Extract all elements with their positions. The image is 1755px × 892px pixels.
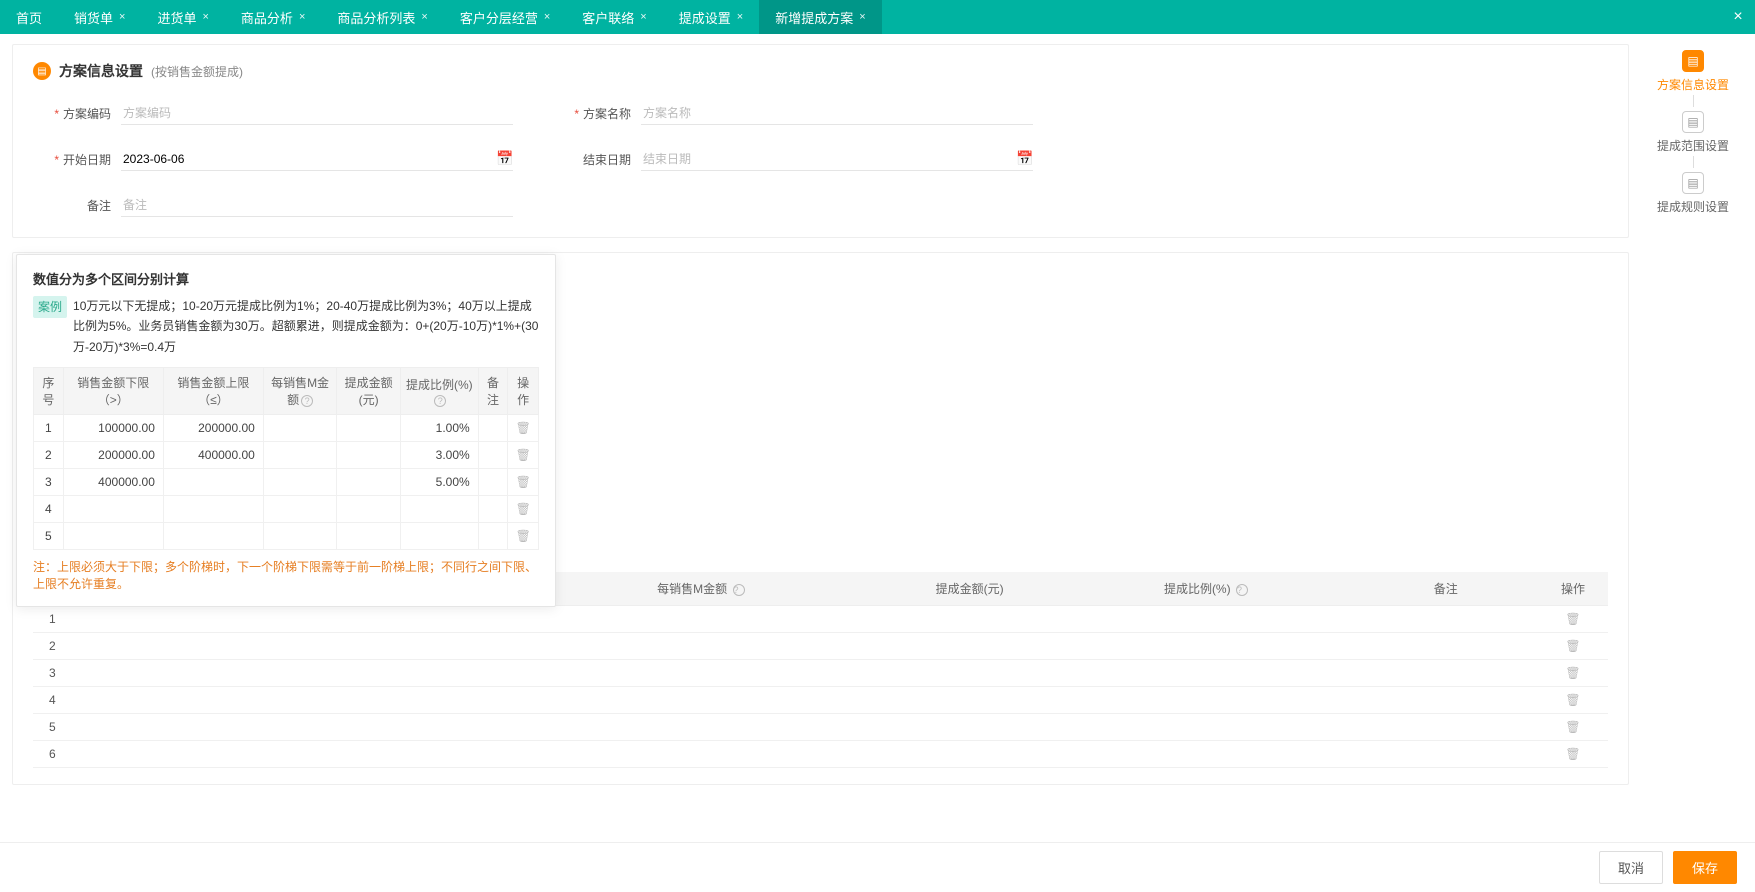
table-row[interactable]: 3🗑 <box>33 660 1608 687</box>
table-row: 4🗑 <box>34 496 539 523</box>
plan-info-card: ▤ 方案信息设置 (按销售金额提成) *方案编码 *方案名称 *开始日期 <box>12 44 1629 238</box>
step-icon: ▤ <box>1682 111 1704 133</box>
close-icon[interactable]: × <box>737 11 743 23</box>
tab-product-analysis-list[interactable]: 商品分析列表× <box>321 0 443 34</box>
tab-home[interactable]: 首页 <box>0 0 58 34</box>
remark-input[interactable] <box>121 194 513 217</box>
start-date-input[interactable] <box>121 148 497 170</box>
tab-purchase-order[interactable]: 进货单× <box>141 0 224 34</box>
example-note: 注：上限必须大于下限；多个阶梯时，下一个阶梯下限需等于前一阶梯上限；不同行之间下… <box>33 558 539 592</box>
example-badge: 案例 <box>33 296 67 318</box>
info-icon[interactable]: ? <box>1236 584 1248 596</box>
section-icon: ▤ <box>33 62 51 80</box>
close-icon[interactable]: × <box>202 11 208 23</box>
section-title: 方案信息设置 <box>59 61 143 81</box>
tab-customer-tier[interactable]: 客户分层经营× <box>444 0 566 34</box>
trash-icon[interactable]: 🗑 <box>1565 720 1580 734</box>
tab-commission-settings[interactable]: 提成设置× <box>663 0 759 34</box>
tabbar-close-button[interactable]: × <box>1721 0 1755 34</box>
calendar-icon[interactable]: 📅 <box>497 151 513 167</box>
end-date-input[interactable] <box>641 148 1017 170</box>
close-icon[interactable]: × <box>421 11 427 23</box>
info-icon: ? <box>434 395 446 407</box>
col-rate: 提成比例(%) ? <box>1154 572 1424 606</box>
trash-icon[interactable]: 🗑 <box>516 529 531 543</box>
cancel-button[interactable]: 取消 <box>1599 851 1663 884</box>
tier-example-tooltip: 数值分为多个区间分别计算 案例 10万元以下无提成；10-20万元提成比例为1%… <box>16 254 556 607</box>
trash-icon[interactable]: 🗑 <box>1565 747 1580 761</box>
close-icon[interactable]: × <box>299 11 305 23</box>
step-icon: ▤ <box>1682 172 1704 194</box>
trash-icon[interactable]: 🗑 <box>1565 639 1580 653</box>
table-row[interactable]: 4🗑 <box>33 687 1608 714</box>
tab-sales-order[interactable]: 销货单× <box>58 0 141 34</box>
col-remark: 备注 <box>1424 572 1538 606</box>
info-icon: ? <box>301 395 313 407</box>
save-button[interactable]: 保存 <box>1673 851 1737 884</box>
plan-name-input[interactable] <box>641 102 1033 125</box>
step-icon: ▤ <box>1682 50 1704 72</box>
section-subtitle: (按销售金额提成) <box>151 63 243 80</box>
table-row: 2200000.00400000.003.00%🗑 <box>34 442 539 469</box>
close-icon[interactable]: × <box>119 11 125 23</box>
tooltip-title: 数值分为多个区间分别计算 <box>33 269 539 288</box>
close-icon[interactable]: × <box>544 11 550 23</box>
table-row[interactable]: 2🗑 <box>33 633 1608 660</box>
trash-icon[interactable]: 🗑 <box>1565 612 1580 626</box>
trash-icon[interactable]: 🗑 <box>1565 693 1580 707</box>
trash-icon[interactable]: 🗑 <box>516 448 531 462</box>
close-icon[interactable]: × <box>859 11 865 23</box>
remark-label: 备注 <box>33 197 111 214</box>
table-row: 5🗑 <box>34 523 539 550</box>
step-nav: ▤ 方案信息设置 ▤ 提成范围设置 ▤ 提成规则设置 <box>1643 44 1743 799</box>
plan-code-input[interactable] <box>121 102 513 125</box>
trash-icon[interactable]: 🗑 <box>1565 666 1580 680</box>
close-icon[interactable]: × <box>640 11 646 23</box>
table-row[interactable]: 5🗑 <box>33 714 1608 741</box>
table-row: 1100000.00200000.001.00%🗑 <box>34 415 539 442</box>
example-text: 10万元以下无提成；10-20万元提成比例为1%；20-40万提成比例为3%；4… <box>73 296 539 357</box>
step-rules[interactable]: ▤ 提成规则设置 <box>1643 172 1743 233</box>
end-date-label: 结束日期 <box>553 151 631 168</box>
step-scope[interactable]: ▤ 提成范围设置 <box>1643 111 1743 172</box>
col-unit: 每销售M金额 ? <box>647 572 925 606</box>
table-row[interactable]: 6🗑 <box>33 741 1608 768</box>
col-amount: 提成金额(元) <box>926 572 1154 606</box>
step-plan-info[interactable]: ▤ 方案信息设置 <box>1643 50 1743 111</box>
example-table: 序号 销售金额下限（>） 销售金额上限（≤） 每销售M金额? 提成金额(元) 提… <box>33 367 539 550</box>
info-icon[interactable]: ? <box>733 584 745 596</box>
table-row: 3400000.005.00%🗑 <box>34 469 539 496</box>
tab-new-commission-plan[interactable]: 新增提成方案× <box>759 0 881 34</box>
start-date-label: *开始日期 <box>33 151 111 168</box>
tab-product-analysis[interactable]: 商品分析× <box>225 0 321 34</box>
trash-icon[interactable]: 🗑 <box>516 475 531 489</box>
plan-code-label: *方案编码 <box>33 105 111 122</box>
tab-customer-contact[interactable]: 客户联络× <box>566 0 662 34</box>
trash-icon[interactable]: 🗑 <box>516 502 531 516</box>
tab-bar: 首页 销货单× 进货单× 商品分析× 商品分析列表× 客户分层经营× 客户联络×… <box>0 0 1755 34</box>
trash-icon[interactable]: 🗑 <box>516 421 531 435</box>
table-row[interactable]: 1🗑 <box>33 606 1608 633</box>
footer-bar: 取消 保存 <box>0 842 1755 892</box>
plan-name-label: *方案名称 <box>553 105 631 122</box>
col-action: 操作 <box>1538 572 1608 606</box>
calendar-icon[interactable]: 📅 <box>1017 151 1033 167</box>
